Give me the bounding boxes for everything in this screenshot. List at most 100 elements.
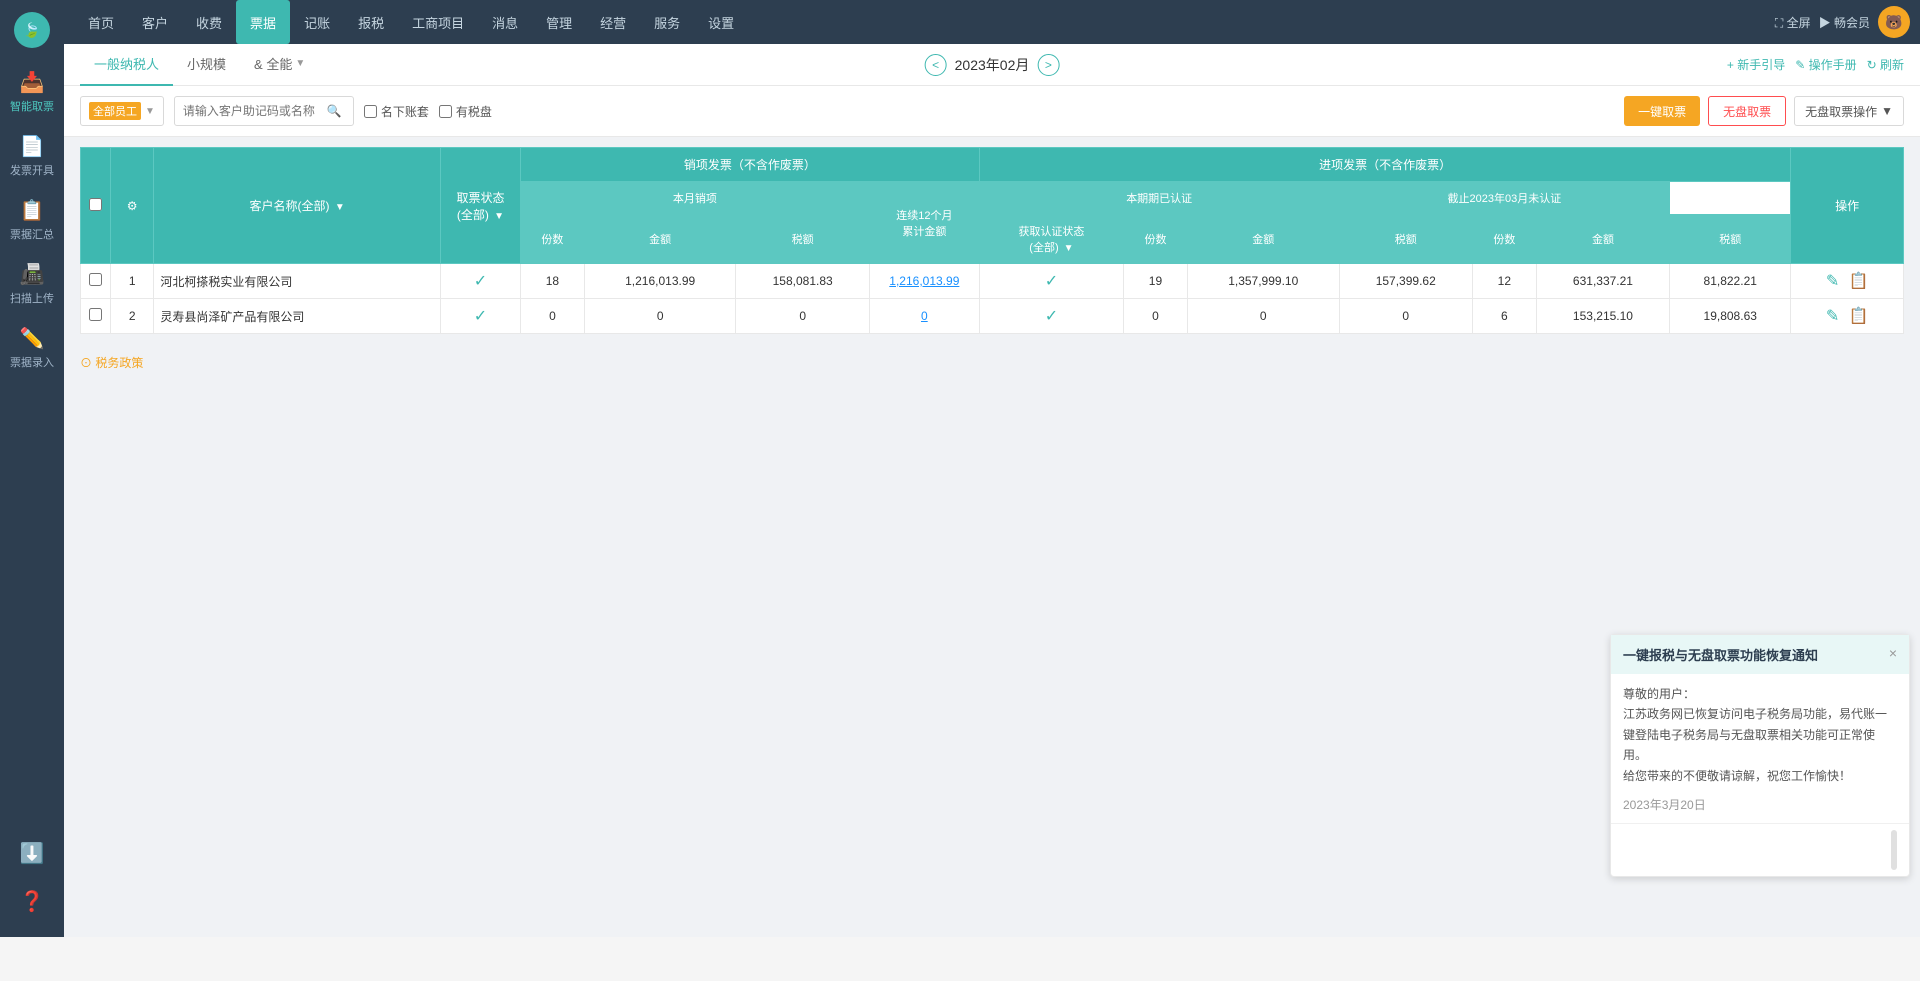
row2-checkbox[interactable] <box>81 299 111 334</box>
toolbar-right: 一键取票 无盘取票 无盘取票操作 ▼ <box>1624 96 1904 126</box>
edit-icon2[interactable]: ✎ <box>1826 308 1839 325</box>
row1-tax: 158,081.83 <box>736 264 869 299</box>
col-client-label: 客户名称(全部) <box>250 199 330 213</box>
manual-btn[interactable]: ✎ 操作手册 <box>1795 56 1856 73</box>
scrollbar-indicator <box>1891 830 1897 870</box>
sidebar-bottom: ⬇️ ❓ <box>0 831 64 937</box>
svg-text:🍃: 🍃 <box>23 21 40 39</box>
sidebar-item-download[interactable]: ⬇️ <box>0 831 64 879</box>
col-fetch-status-header: 取票状态(全部) ▼ <box>440 148 520 264</box>
row2-operations: ✎ 📋 <box>1791 299 1904 334</box>
table-row: 1 河北柯搽税实业有限公司 ✓ 18 1,216,013.99 158,081.… <box>81 264 1904 299</box>
col-settings: ⚙ <box>111 148 154 264</box>
fetch-btn[interactable]: 一键取票 <box>1624 96 1700 126</box>
col-purchase-group: 进项发票（不含作废票） <box>979 148 1790 182</box>
issue-invoice-icon: 📄 <box>20 134 45 159</box>
user-avatar[interactable]: 🐻 <box>1878 6 1910 38</box>
taxdisk-checkbox[interactable] <box>439 105 452 118</box>
sidebar-item-data-entry[interactable]: ✏️ 票据录入 <box>0 316 64 380</box>
notification-popup: 一键报税与无盘取票功能恢复通知 × 尊敬的用户： 江苏政务网已恢复访问电子税务局… <box>1610 634 1910 877</box>
row2-count: 0 <box>520 299 584 334</box>
filter-subordinate[interactable]: 名下账套 <box>364 103 429 120</box>
subordinate-checkbox[interactable] <box>364 105 377 118</box>
nav-service[interactable]: 服务 <box>640 0 694 44</box>
smart-fetch-icon: 📥 <box>20 70 45 95</box>
no-disk-fetch-btn[interactable]: 无盘取票 <box>1708 96 1786 126</box>
row1-checkbox[interactable] <box>81 264 111 299</box>
filter-taxdisk[interactable]: 有税盘 <box>439 103 492 120</box>
nav-tax[interactable]: 报税 <box>344 0 398 44</box>
tax-policy-link[interactable]: ⊙ 税务政策 <box>80 356 143 370</box>
nav-business[interactable]: 工商项目 <box>398 0 478 44</box>
sidebar-item-issue-invoice[interactable]: 📄 发票开具 <box>0 124 64 188</box>
nav-operation[interactable]: 经营 <box>586 0 640 44</box>
nav-client[interactable]: 客户 <box>128 0 182 44</box>
nav-bookkeeping[interactable]: 记账 <box>290 0 344 44</box>
date-prev-btn[interactable]: < <box>925 54 947 76</box>
notif-date: 2023年3月20日 <box>1611 796 1909 823</box>
filter-icon[interactable]: ▼ <box>494 211 504 222</box>
footer: ⊙ 税务政策 <box>64 344 1920 381</box>
notif-footer <box>1611 823 1909 876</box>
sidebar-item-scan-upload[interactable]: 📠 扫描上传 <box>0 252 64 316</box>
new-guide-btn[interactable]: + 新手引导 <box>1727 56 1785 73</box>
tab-general-taxpayer[interactable]: 一般纳税人 <box>80 44 173 86</box>
toolbar: 全部员工 ▼ 🔍 名下账套 有税盘 一键取票 无盘取票 无盘取票操作 ▼ <box>64 86 1920 137</box>
col-operation-header: 操作 <box>1791 148 1904 264</box>
sidebar-item-label: 智能取票 <box>10 98 54 114</box>
col-amount2: 金额 <box>1187 215 1339 264</box>
tab-label: 小规模 <box>187 54 226 73</box>
nav-message[interactable]: 消息 <box>478 0 532 44</box>
select-arrow-icon: ▼ <box>145 106 155 117</box>
filter-icon[interactable]: ▼ <box>335 202 345 213</box>
nav-home[interactable]: 首页 <box>74 0 128 44</box>
data-entry-icon: ✏️ <box>20 326 45 351</box>
employee-select[interactable]: 全部员工 ▼ <box>80 96 164 126</box>
nav-admin[interactable]: 管理 <box>532 0 586 44</box>
member-btn[interactable]: ▶ 畅会员 <box>1819 14 1870 31</box>
sidebar-item-invoice-summary[interactable]: 📋 票据汇总 <box>0 188 64 252</box>
date-next-btn[interactable]: > <box>1037 54 1059 76</box>
help-icon: ❓ <box>20 889 45 914</box>
col-uncertified: 截止2023年03月未认证 <box>1339 182 1670 215</box>
col-sales-group: 销项发票（不含作废票） <box>520 148 979 182</box>
sidebar-item-label: 发票开具 <box>10 162 54 178</box>
row2-consec12[interactable]: 0 <box>869 299 979 334</box>
chevron-down-icon: ▼ <box>295 58 305 69</box>
sidebar-item-help[interactable]: ❓ <box>0 879 64 927</box>
col-monthly-sales: 本月销项 <box>520 182 869 215</box>
col-tax3: 税额 <box>1670 215 1791 264</box>
sidebar-item-smart-fetch[interactable]: 📥 智能取票 <box>0 60 64 124</box>
nav-billing[interactable]: 收费 <box>182 0 236 44</box>
search-input[interactable] <box>183 104 323 118</box>
tab-all[interactable]: & 全能 ▼ <box>240 44 319 86</box>
row1-tax3: 81,822.21 <box>1670 264 1791 299</box>
detail-icon2[interactable]: 📋 <box>1849 308 1869 325</box>
row1-count3: 12 <box>1472 264 1536 299</box>
filter-icon2[interactable]: ▼ <box>1064 243 1074 254</box>
row2-tax3: 19,808.63 <box>1670 299 1791 334</box>
row1-consec12[interactable]: 1,216,013.99 <box>869 264 979 299</box>
tab-small-scale[interactable]: 小规模 <box>173 44 240 86</box>
no-disk-ops-label: 无盘取票操作 <box>1805 103 1877 120</box>
row1-client: 河北柯搽税实业有限公司 <box>154 264 441 299</box>
col-client-header: 客户名称(全部) ▼ <box>154 148 441 264</box>
notif-body: 尊敬的用户： 江苏政务网已恢复访问电子税务局功能，易代账一键登陆电子税务局与无盘… <box>1611 674 1909 796</box>
detail-icon[interactable]: 📋 <box>1849 273 1869 290</box>
fetch-status-icon2: ✓ <box>474 308 487 325</box>
refresh-btn[interactable]: ↻ 刷新 <box>1867 56 1904 73</box>
nav-invoice[interactable]: 票据 <box>236 0 290 44</box>
sidebar-logo: 🍃 <box>12 10 52 50</box>
nav-settings[interactable]: 设置 <box>694 0 748 44</box>
no-disk-ops-btn[interactable]: 无盘取票操作 ▼ <box>1794 96 1904 126</box>
row2-amount: 0 <box>584 299 736 334</box>
search-icon[interactable]: 🔍 <box>327 104 342 118</box>
col-amount1: 金额 <box>584 215 736 264</box>
select-all-checkbox[interactable] <box>89 198 102 211</box>
edit-icon[interactable]: ✎ <box>1826 273 1839 290</box>
search-box[interactable]: 🔍 <box>174 96 354 126</box>
row1-num: 1 <box>111 264 154 299</box>
cert-status-icon2: ✓ <box>1045 308 1058 325</box>
notif-close-btn[interactable]: × <box>1889 645 1897 661</box>
fullscreen-btn[interactable]: ⛶ 全屏 <box>1775 14 1811 31</box>
